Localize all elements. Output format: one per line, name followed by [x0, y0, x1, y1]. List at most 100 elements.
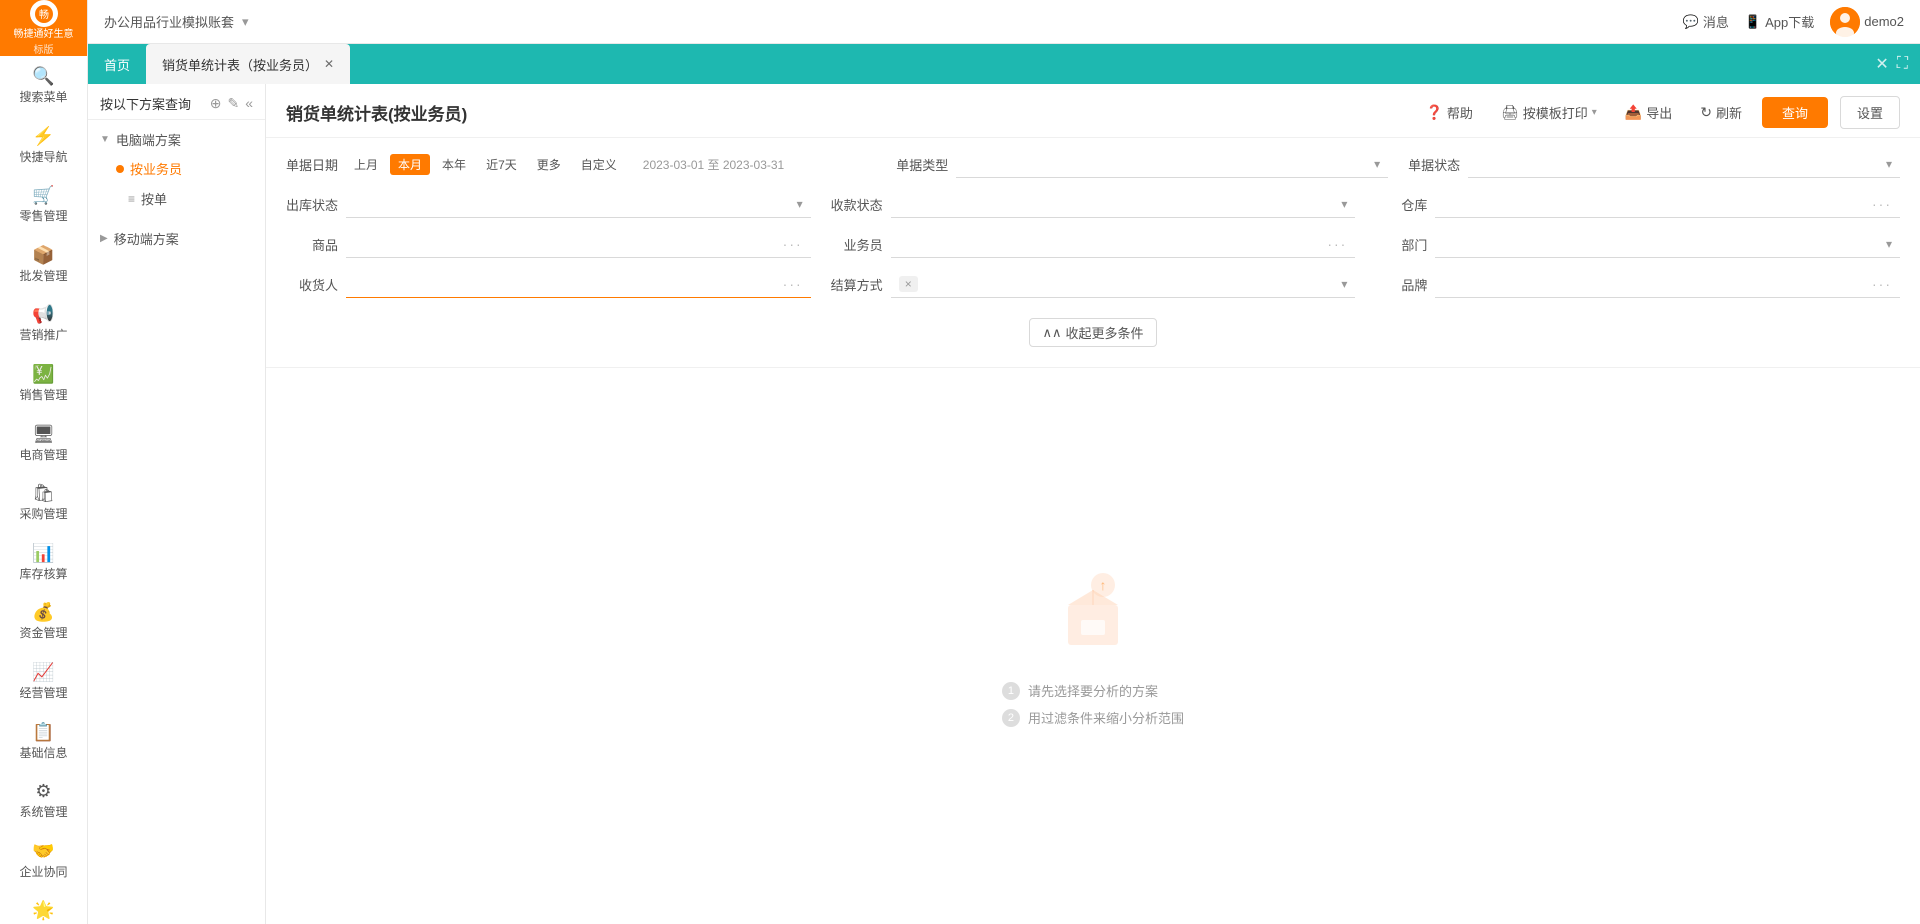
- date-btn-本年[interactable]: 本年: [434, 154, 474, 175]
- out-status-control[interactable]: ▾: [346, 190, 811, 218]
- message-label: 消息: [1703, 12, 1729, 31]
- enterprise-icon: 🤝: [32, 841, 54, 862]
- sidebar-item-finance[interactable]: 💰 资金管理: [0, 592, 88, 652]
- date-btn-自定义[interactable]: 自定义: [573, 154, 625, 175]
- collapse-label: 收起更多条件: [1066, 323, 1144, 342]
- filter-brand: 品牌 ···: [1375, 270, 1900, 298]
- wholesale-icon: 📦: [32, 245, 54, 266]
- collapse-panel-icon[interactable]: «: [245, 95, 253, 112]
- date-btn-本月[interactable]: 本月: [390, 154, 430, 175]
- salesman-control[interactable]: ···: [891, 230, 1356, 258]
- receipt-status-dropdown-icon: ▾: [1341, 197, 1347, 211]
- sidebar-item-system[interactable]: ⚙ 系统管理: [0, 771, 88, 831]
- message-btn[interactable]: 💬 消息: [1683, 12, 1729, 31]
- tab-expand-icon[interactable]: ⛶: [1897, 55, 1908, 73]
- print-btn[interactable]: 🖨 按模板打印 ▾: [1493, 99, 1605, 126]
- sales-stat-tab-label: 销货单统计表（按业务员）: [162, 55, 318, 74]
- inventory-icon: 📊: [32, 543, 54, 564]
- sidebar-item-sales[interactable]: 💹 销售管理: [0, 354, 88, 414]
- help-icon: ❓: [1425, 104, 1442, 121]
- tab-home[interactable]: 首页: [88, 44, 146, 84]
- brand-control[interactable]: ···: [1435, 270, 1900, 298]
- scheme-item-order-label: 按单: [141, 189, 167, 208]
- dept-control[interactable]: ▾: [1435, 230, 1900, 258]
- app-title: 畅捷通好生意: [14, 29, 74, 41]
- finance-icon: 💰: [32, 602, 54, 623]
- brand-dots-icon: ···: [1872, 276, 1892, 292]
- sidebar-item-newbie[interactable]: 🌟 新手引导: [0, 890, 88, 924]
- topbar-right: 💬 消息 📱 App下载 demo2: [1683, 7, 1904, 37]
- collapse-row: ∧∧ 收起更多条件: [286, 310, 1900, 355]
- payment-tag-close-icon[interactable]: ×: [905, 277, 912, 291]
- app-logo: 畅 畅捷通好生意 标版: [0, 0, 88, 56]
- payment-method-control[interactable]: × ▾: [891, 270, 1356, 298]
- settings-button[interactable]: 设置: [1840, 96, 1900, 129]
- scheme-group-desktop-header[interactable]: ▼ 电脑端方案: [88, 126, 265, 153]
- date-range: 2023-03-01 至 2023-03-31: [643, 156, 784, 173]
- out-status-label: 出库状态: [286, 195, 338, 214]
- date-btn-近7天[interactable]: 近7天: [478, 154, 525, 175]
- tab-close-icon[interactable]: ✕: [324, 57, 334, 71]
- tab-close-window-icon[interactable]: ✕: [1875, 54, 1888, 74]
- collapse-arrow-icon: ▶: [100, 233, 108, 244]
- sidebar-item-retail[interactable]: 🛒 零售管理: [0, 175, 88, 235]
- edit-scheme-icon[interactable]: ✎: [227, 95, 239, 112]
- sidebar-item-quick-nav-label: 快捷导航: [19, 150, 67, 166]
- sidebar-item-search-label: 搜索菜单: [19, 90, 67, 106]
- date-btn-更多[interactable]: 更多: [529, 154, 569, 175]
- topbar: 办公用品行业模拟账套 ▾ 💬 消息 📱 App下载 demo2: [88, 0, 1920, 44]
- print-label: 按模板打印: [1523, 103, 1588, 122]
- empty-illustration: ↑: [1043, 565, 1143, 665]
- export-btn[interactable]: 📤 导出: [1617, 99, 1680, 126]
- doc-type-dropdown-icon: ▾: [1374, 157, 1380, 171]
- sidebar-item-marketing[interactable]: 📢 营销推广: [0, 294, 88, 354]
- sidebar-item-enterprise-label: 企业协同: [19, 865, 67, 881]
- sidebar-item-purchase[interactable]: 🛍 采购管理: [0, 473, 88, 533]
- date-label: 单据日期: [286, 155, 338, 174]
- refresh-btn[interactable]: ↻ 刷新: [1692, 99, 1750, 126]
- scheme-item-by-salesman[interactable]: 按业务员: [88, 153, 265, 184]
- filter-goods: 商品 ···: [286, 230, 811, 258]
- avatar-circle: [1830, 7, 1860, 37]
- left-panel-header: 按以下方案查询 ⊕ ✎ «: [88, 84, 265, 120]
- app-download-btn[interactable]: 📱 App下载: [1745, 12, 1814, 31]
- sidebar-item-operations[interactable]: 📈 经营管理: [0, 652, 88, 712]
- dept-label: 部门: [1375, 235, 1427, 254]
- breadcrumb-dropdown-icon[interactable]: ▾: [242, 14, 249, 30]
- doc-type-control[interactable]: ▾: [956, 150, 1388, 178]
- warehouse-control[interactable]: ···: [1435, 190, 1900, 218]
- add-scheme-icon[interactable]: ⊕: [210, 95, 222, 112]
- tab-sales-stat[interactable]: 销货单统计表（按业务员） ✕: [146, 44, 350, 84]
- sidebar-item-ecommerce[interactable]: 🖥 电商管理: [0, 414, 88, 474]
- tip-num-1: 1: [1002, 682, 1020, 700]
- user-avatar[interactable]: demo2: [1830, 7, 1904, 37]
- payment-method-tag: ×: [899, 276, 918, 292]
- topbar-left: 办公用品行业模拟账套 ▾: [104, 12, 249, 31]
- collapse-btn[interactable]: ∧∧ 收起更多条件: [1029, 318, 1156, 347]
- sidebar-item-search[interactable]: 🔍 搜索菜单: [0, 56, 88, 116]
- scheme-group-desktop-label: 电脑端方案: [116, 130, 181, 149]
- receipt-status-label: 收款状态: [831, 195, 883, 214]
- print-icon: 🖨: [1501, 104, 1519, 121]
- sidebar-item-enterprise[interactable]: 🤝 企业协同: [0, 831, 88, 891]
- ecommerce-icon: 🖥: [32, 424, 55, 445]
- sidebar-item-wholesale[interactable]: 📦 批发管理: [0, 235, 88, 295]
- export-label: 导出: [1646, 103, 1672, 122]
- goods-control[interactable]: ···: [346, 230, 811, 258]
- basic-info-icon: 📋: [32, 722, 54, 743]
- goods-label: 商品: [286, 235, 338, 254]
- scheme-group-mobile-header[interactable]: ▶ 移动端方案: [88, 225, 265, 252]
- query-button[interactable]: 查询: [1762, 97, 1828, 128]
- receipt-status-control[interactable]: ▾: [891, 190, 1356, 218]
- doc-status-control[interactable]: ▾: [1468, 150, 1900, 178]
- sidebar-item-inventory[interactable]: 📊 库存核算: [0, 533, 88, 593]
- sidebar-item-quick-nav[interactable]: ⚡ 快捷导航: [0, 116, 88, 176]
- help-btn[interactable]: ❓ 帮助: [1417, 99, 1480, 126]
- tabbar: 首页 销货单统计表（按业务员） ✕ ✕ ⛶: [88, 44, 1920, 84]
- scheme-item-by-order[interactable]: ≡ 按单: [88, 184, 265, 213]
- date-btn-上月[interactable]: 上月: [346, 154, 386, 175]
- consignee-control[interactable]: ···: [346, 270, 811, 298]
- empty-tip-1: 1 请先选择要分析的方案: [1002, 681, 1184, 700]
- sidebar-item-wholesale-label: 批发管理: [19, 269, 67, 285]
- sidebar-item-basic-info[interactable]: 📋 基础信息: [0, 712, 88, 772]
